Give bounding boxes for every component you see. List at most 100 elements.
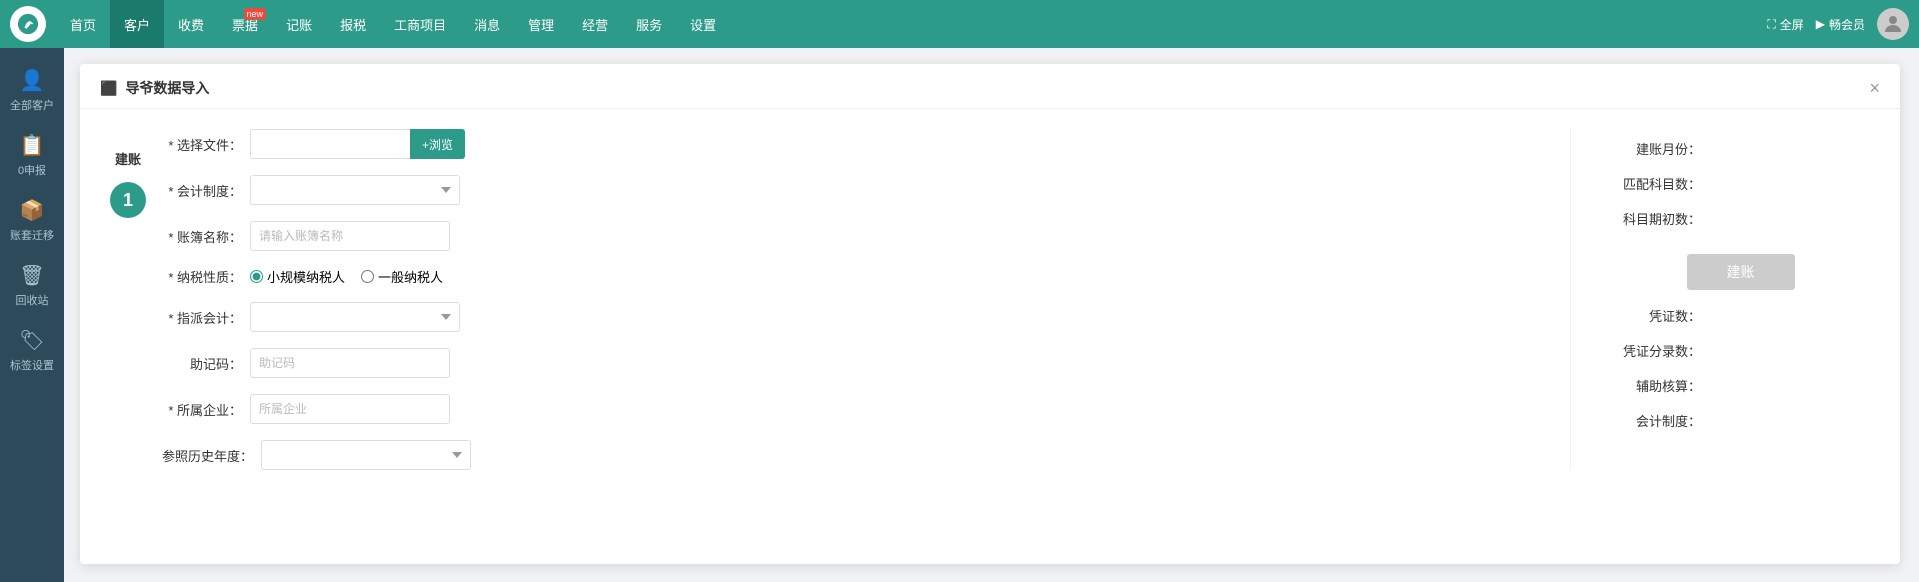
accounting-system-select[interactable] xyxy=(250,175,460,205)
top-navigation: 首页 客户 收费 票据 new 记账 报税 工商项目 消息 管理 经营 服务 设… xyxy=(0,0,1919,48)
step-badge: 1 xyxy=(110,182,146,218)
recycle-bin-icon: 🗑 xyxy=(19,263,44,288)
form-right-section: 建账月份： 匹配科目数： 科目期初数： 建账 xyxy=(1570,129,1870,470)
sidebar-item-recycle-bin-label: 回收站 xyxy=(16,292,49,308)
fullscreen-button[interactable]: ⛶ 全屏 xyxy=(1767,16,1803,33)
ledger-name-input[interactable] xyxy=(250,221,450,251)
form-row-select-file: * 选择文件： +浏览 xyxy=(162,129,1550,159)
dialog-title-text: 导爷数据导入 xyxy=(125,78,209,98)
radio-general-input[interactable] xyxy=(361,270,374,283)
subject-initial-label: 科目期初数： xyxy=(1611,209,1701,228)
tag-settings-icon: 🏷 xyxy=(19,328,44,353)
assign-accountant-select[interactable] xyxy=(250,302,460,332)
form-row-belong-company: * 所属企业： xyxy=(162,394,1550,424)
user-avatar[interactable] xyxy=(1877,8,1909,40)
select-file-label: * 选择文件： xyxy=(162,135,242,154)
dialog-title: ⬛ 导爷数据导入 xyxy=(100,78,209,98)
sidebar-item-recycle-bin[interactable]: 🗑 回收站 xyxy=(0,253,64,318)
form-row-ref-history: 参照历史年度： xyxy=(162,440,1550,470)
sidebar-item-zero-declare[interactable]: 📋 0申报 xyxy=(0,123,64,188)
right-accounting-system-label: 会计制度： xyxy=(1611,411,1701,430)
nav-item-settings[interactable]: 设置 xyxy=(676,0,730,48)
fullscreen-label: 全屏 xyxy=(1780,16,1804,33)
right-row-build-month: 建账月份： xyxy=(1611,139,1870,158)
import-dialog: ⬛ 导爷数据导入 × 建账 1 xyxy=(80,64,1900,564)
nav-item-tax[interactable]: 报税 xyxy=(326,0,380,48)
form-row-accounting-system: * 会计制度： xyxy=(162,175,1550,205)
form-row-assign-accountant: * 指派会计： xyxy=(162,302,1550,332)
radio-general-label: 一般纳税人 xyxy=(378,267,443,286)
ref-history-select[interactable] xyxy=(261,440,471,470)
nav-item-message[interactable]: 消息 xyxy=(460,0,514,48)
nav-items-list: 首页 客户 收费 票据 new 记账 报税 工商项目 消息 管理 经营 服务 设… xyxy=(56,0,1767,48)
sidebar-item-zero-declare-label: 0申报 xyxy=(18,162,46,178)
tax-type-label: * 纳税性质： xyxy=(162,267,242,286)
match-subject-label: 匹配科目数： xyxy=(1611,174,1701,193)
nav-item-management[interactable]: 管理 xyxy=(514,0,568,48)
sidebar-item-tag-settings[interactable]: 🏷 标签设置 xyxy=(0,318,64,383)
sidebar-item-account-migrate-label: 账套迁移 xyxy=(10,227,54,243)
form-row-tax-type: * 纳税性质： 小规模纳税人 一般纳税人 xyxy=(162,267,1550,286)
nav-item-invoice[interactable]: 票据 new xyxy=(218,0,272,48)
nav-right-area: ⛶ 全屏 ▶ 畅会员 xyxy=(1767,8,1909,40)
voucher-entries-label: 凭证分录数： xyxy=(1611,341,1701,360)
member-button[interactable]: ▶ 畅会员 xyxy=(1816,16,1865,33)
tax-type-radio-group: 小规模纳税人 一般纳税人 xyxy=(250,267,443,286)
voucher-count-label: 凭证数： xyxy=(1611,306,1701,325)
right-row-voucher-entries: 凭证分录数： xyxy=(1611,341,1870,360)
sidebar: 👤 全部客户 📋 0申报 📦 账套迁移 🗑 回收站 🏷 标签设置 xyxy=(0,48,64,582)
app-logo[interactable] xyxy=(10,6,46,42)
nav-item-customer[interactable]: 客户 xyxy=(110,0,164,48)
right-row-aux-accounting: 辅助核算： xyxy=(1611,376,1870,395)
content-area: ⬛ 导爷数据导入 × 建账 1 xyxy=(64,48,1919,582)
right-row-subject-initial: 科目期初数： xyxy=(1611,209,1870,228)
radio-general[interactable]: 一般纳税人 xyxy=(361,267,443,286)
assist-code-input[interactable] xyxy=(250,348,450,378)
close-button[interactable]: × xyxy=(1869,79,1880,97)
right-row-accounting-system: 会计制度： xyxy=(1611,411,1870,430)
nav-item-service[interactable]: 服务 xyxy=(622,0,676,48)
belong-company-label: * 所属企业： xyxy=(162,400,242,419)
build-month-label: 建账月份： xyxy=(1611,139,1701,158)
sidebar-item-all-customers[interactable]: 👤 全部客户 xyxy=(0,58,64,123)
fullscreen-icon: ⛶ xyxy=(1767,17,1775,32)
file-input-row: +浏览 xyxy=(250,129,465,159)
sidebar-item-account-migrate[interactable]: 📦 账套迁移 xyxy=(0,188,64,253)
accounting-system-label: * 会计制度： xyxy=(162,181,242,200)
new-badge: new xyxy=(244,8,267,20)
dialog-header: ⬛ 导爷数据导入 × xyxy=(80,64,1900,109)
build-account-button[interactable]: 建账 xyxy=(1687,254,1795,290)
radio-small-scale-label: 小规模纳税人 xyxy=(267,267,345,286)
step-label: 建账 xyxy=(115,149,141,168)
radio-small-scale-input[interactable] xyxy=(250,270,263,283)
main-layout: 👤 全部客户 📋 0申报 📦 账套迁移 🗑 回收站 🏷 标签设置 ⬛ 导爷数 xyxy=(0,48,1919,582)
sidebar-item-tag-settings-label: 标签设置 xyxy=(10,357,54,373)
browse-button[interactable]: +浏览 xyxy=(410,129,465,159)
dialog-body: 建账 1 * 选择文件： +浏览 xyxy=(80,109,1900,490)
nav-item-home[interactable]: 首页 xyxy=(56,0,110,48)
right-row-voucher-count: 凭证数： xyxy=(1611,306,1870,325)
nav-item-operation[interactable]: 经营 xyxy=(568,0,622,48)
account-migrate-icon: 📦 xyxy=(20,198,45,223)
ledger-name-label: * 账簿名称： xyxy=(162,227,242,246)
member-icon: ▶ xyxy=(1816,17,1825,31)
nav-item-business-project[interactable]: 工商项目 xyxy=(380,0,460,48)
sidebar-item-all-customers-label: 全部客户 xyxy=(10,97,54,113)
file-input[interactable] xyxy=(250,129,410,159)
all-customers-icon: 👤 xyxy=(20,68,45,93)
zero-declare-icon: 📋 xyxy=(20,133,45,158)
ref-history-label: 参照历史年度： xyxy=(162,446,253,465)
assign-accountant-label: * 指派会计： xyxy=(162,308,242,327)
form-left-section: 建账 1 * 选择文件： +浏览 xyxy=(110,129,1550,470)
form-row-assist-code: 助记码： xyxy=(162,348,1550,378)
nav-item-bookkeeping[interactable]: 记账 xyxy=(272,0,326,48)
right-row-match-subject: 匹配科目数： xyxy=(1611,174,1870,193)
belong-company-input[interactable] xyxy=(250,394,450,424)
radio-small-scale[interactable]: 小规模纳税人 xyxy=(250,267,345,286)
nav-item-fee[interactable]: 收费 xyxy=(164,0,218,48)
build-button-area: 建账 xyxy=(1611,244,1870,290)
aux-accounting-label: 辅助核算： xyxy=(1611,376,1701,395)
form-row-ledger-name: * 账簿名称： xyxy=(162,221,1550,251)
assist-code-label: 助记码： xyxy=(162,354,242,373)
import-icon: ⬛ xyxy=(100,80,117,97)
